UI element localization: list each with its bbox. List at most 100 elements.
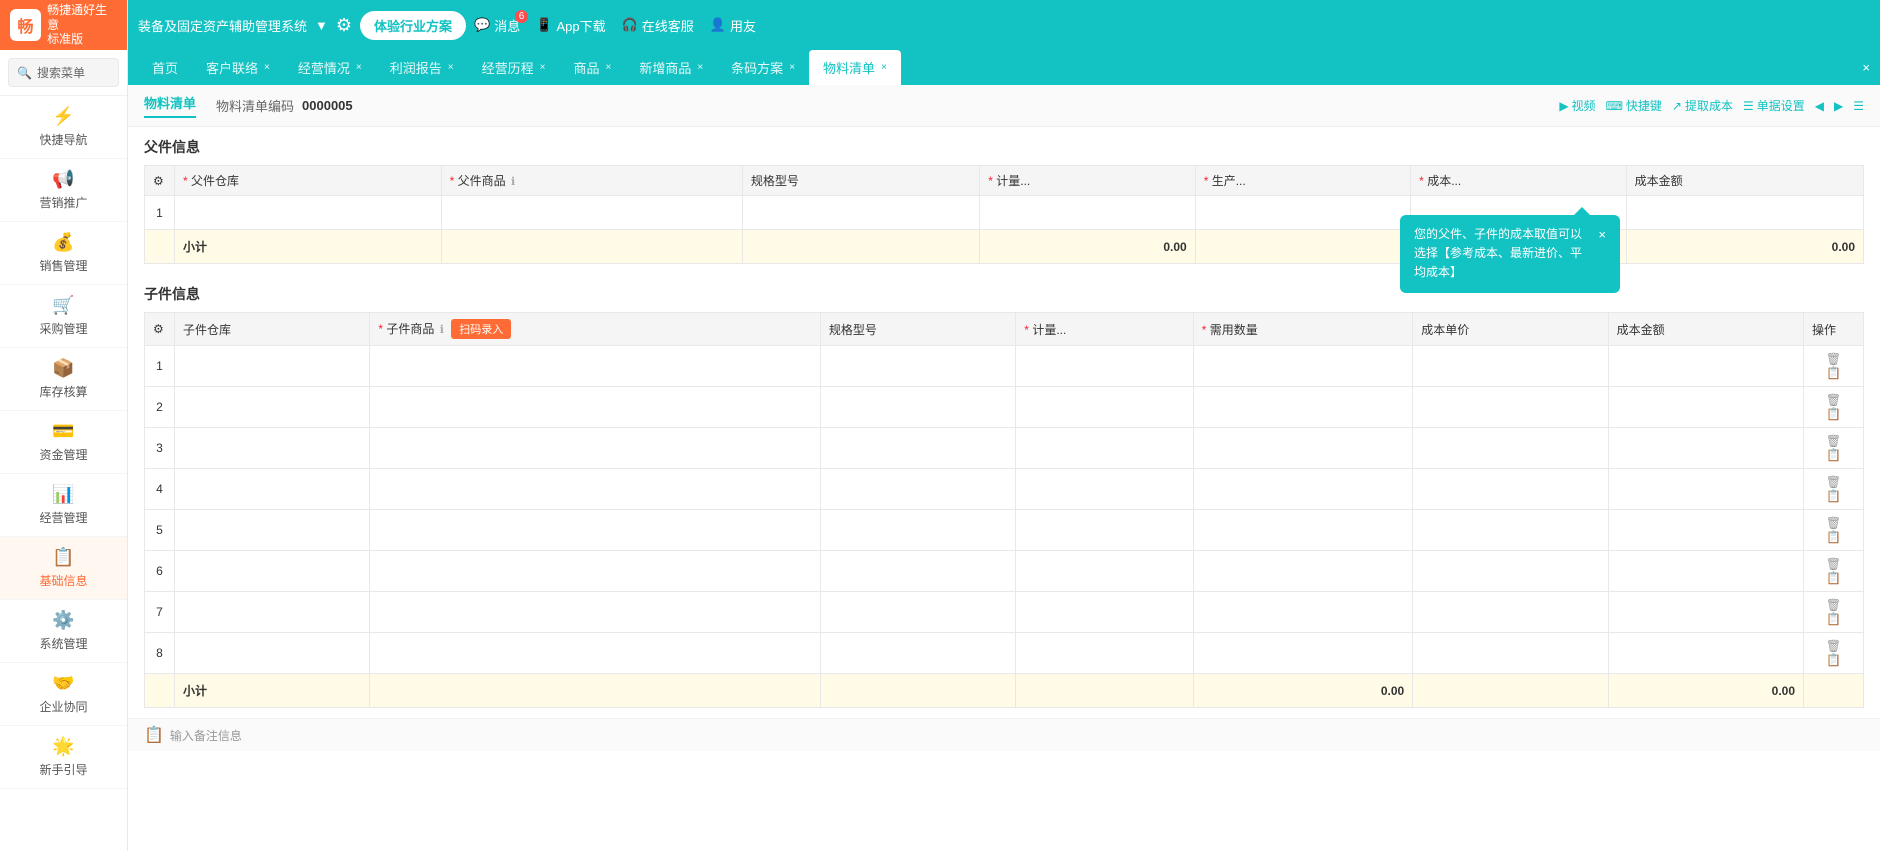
child-warehouse-6[interactable]: [175, 551, 370, 592]
child-unit-3[interactable]: [1016, 428, 1193, 469]
child-product-3[interactable]: [370, 428, 821, 469]
message-button[interactable]: 💬 消息 6: [474, 16, 520, 35]
child-unit-4[interactable]: [1016, 469, 1193, 510]
copy-icon-1[interactable]: 📋: [1826, 366, 1841, 380]
delete-icon-2[interactable]: 🗑: [1826, 393, 1841, 407]
child-cost-amount-3[interactable]: [1608, 428, 1803, 469]
child-unit-cost-5[interactable]: [1413, 510, 1608, 551]
child-cost-amount-4[interactable]: [1608, 469, 1803, 510]
child-warehouse-3[interactable]: [175, 428, 370, 469]
child-spec-1[interactable]: [820, 346, 1015, 387]
child-unit-cost-4[interactable]: [1413, 469, 1608, 510]
child-warehouse-8[interactable]: [175, 633, 370, 674]
sidebar-item-inventory[interactable]: 📦 库存核算: [0, 348, 127, 411]
service-button[interactable]: 🎧 在线客服: [622, 16, 694, 35]
delete-icon-3[interactable]: 🗑: [1826, 434, 1841, 448]
child-qty-5[interactable]: [1193, 510, 1412, 551]
child-unit-cost-7[interactable]: [1413, 592, 1608, 633]
parent-spec-cell[interactable]: [742, 196, 979, 230]
close-all-button[interactable]: ×: [1862, 60, 1870, 75]
tab-customer-close[interactable]: ×: [264, 62, 270, 73]
child-cost-amount-5[interactable]: [1608, 510, 1803, 551]
child-unit-5[interactable]: [1016, 510, 1193, 551]
tab-customer[interactable]: 客户联络 ×: [192, 50, 284, 85]
delete-icon-5[interactable]: 🗑: [1826, 516, 1841, 530]
child-cost-amount-1[interactable]: [1608, 346, 1803, 387]
tab-bom-close[interactable]: ×: [881, 62, 887, 73]
tab-operations[interactable]: 经营情况 ×: [284, 50, 376, 85]
delete-icon-7[interactable]: 🗑: [1826, 598, 1841, 612]
sidebar-item-system[interactable]: ⚙️ 系统管理: [0, 600, 127, 663]
child-warehouse-7[interactable]: [175, 592, 370, 633]
delete-icon-6[interactable]: 🗑: [1826, 557, 1841, 571]
child-unit-cost-2[interactable]: [1413, 387, 1608, 428]
sidebar-item-finance[interactable]: 💳 资金管理: [0, 411, 127, 474]
child-unit-cost-8[interactable]: [1413, 633, 1608, 674]
child-spec-7[interactable]: [820, 592, 1015, 633]
copy-icon-7[interactable]: 📋: [1826, 612, 1841, 626]
nav-next-button[interactable]: ▶: [1834, 99, 1843, 113]
child-warehouse-5[interactable]: [175, 510, 370, 551]
child-qty-3[interactable]: [1193, 428, 1412, 469]
child-spec-4[interactable]: [820, 469, 1015, 510]
parent-cost-amount-cell[interactable]: [1626, 196, 1863, 230]
child-unit-2[interactable]: [1016, 387, 1193, 428]
extract-cost-action[interactable]: ↗ 提取成本: [1672, 97, 1733, 114]
grid-view-button[interactable]: ☰: [1853, 99, 1864, 113]
tab-profit[interactable]: 利润报告 ×: [376, 50, 468, 85]
search-menu-button[interactable]: 🔍 搜索菜单: [8, 58, 119, 87]
child-qty-7[interactable]: [1193, 592, 1412, 633]
child-product-8[interactable]: [370, 633, 821, 674]
parent-production-cell[interactable]: [1195, 196, 1410, 230]
child-qty-6[interactable]: [1193, 551, 1412, 592]
trial-button[interactable]: 体验行业方案: [360, 11, 466, 40]
parent-product-cell[interactable]: [441, 196, 742, 230]
delete-icon-8[interactable]: 🗑: [1826, 639, 1841, 653]
child-cost-amount-6[interactable]: [1608, 551, 1803, 592]
page-tab-bom[interactable]: 物料清单: [144, 93, 196, 118]
video-action[interactable]: ▶ 视频: [1559, 97, 1595, 114]
tab-history[interactable]: 经营历程 ×: [468, 50, 560, 85]
child-unit-cost-1[interactable]: [1413, 346, 1608, 387]
tab-new-goods-close[interactable]: ×: [697, 62, 703, 73]
child-cost-amount-7[interactable]: [1608, 592, 1803, 633]
child-spec-3[interactable]: [820, 428, 1015, 469]
gear-icon[interactable]: ⚙: [336, 15, 352, 36]
sidebar-item-basic-info[interactable]: 📋 基础信息: [0, 537, 127, 600]
parent-warehouse-cell[interactable]: [175, 196, 442, 230]
delete-icon-4[interactable]: 🗑: [1826, 475, 1841, 489]
tab-barcode[interactable]: 条码方案 ×: [717, 50, 809, 85]
tab-history-close[interactable]: ×: [540, 62, 546, 73]
child-unit-8[interactable]: [1016, 633, 1193, 674]
child-product-7[interactable]: [370, 592, 821, 633]
parent-unit-cell[interactable]: [980, 196, 1195, 230]
copy-icon-6[interactable]: 📋: [1826, 571, 1841, 585]
child-product-5[interactable]: [370, 510, 821, 551]
child-product-6[interactable]: [370, 551, 821, 592]
child-product-2[interactable]: [370, 387, 821, 428]
user-button[interactable]: 👤 用友: [710, 16, 756, 35]
tab-home[interactable]: 首页: [138, 50, 192, 85]
copy-icon-3[interactable]: 📋: [1826, 448, 1841, 462]
child-warehouse-2[interactable]: [175, 387, 370, 428]
tooltip-close-button[interactable]: ×: [1598, 225, 1606, 246]
child-cost-amount-2[interactable]: [1608, 387, 1803, 428]
child-spec-8[interactable]: [820, 633, 1015, 674]
tab-bom[interactable]: 物料清单 ×: [809, 50, 901, 85]
child-product-1[interactable]: [370, 346, 821, 387]
child-warehouse-4[interactable]: [175, 469, 370, 510]
child-unit-cost-6[interactable]: [1413, 551, 1608, 592]
sidebar-item-enterprise[interactable]: 🤝 企业协同: [0, 663, 127, 726]
child-spec-6[interactable]: [820, 551, 1015, 592]
copy-icon-4[interactable]: 📋: [1826, 489, 1841, 503]
sidebar-item-marketing[interactable]: 📢 营销推广: [0, 159, 127, 222]
sidebar-item-sales[interactable]: 💰 销售管理: [0, 222, 127, 285]
child-qty-4[interactable]: [1193, 469, 1412, 510]
child-qty-1[interactable]: [1193, 346, 1412, 387]
child-unit-6[interactable]: [1016, 551, 1193, 592]
child-spec-2[interactable]: [820, 387, 1015, 428]
sidebar-item-quick-nav[interactable]: ⚡ 快捷导航: [0, 96, 127, 159]
dropdown-icon[interactable]: ▼: [315, 18, 328, 33]
child-unit-cost-3[interactable]: [1413, 428, 1608, 469]
child-warehouse-1[interactable]: [175, 346, 370, 387]
